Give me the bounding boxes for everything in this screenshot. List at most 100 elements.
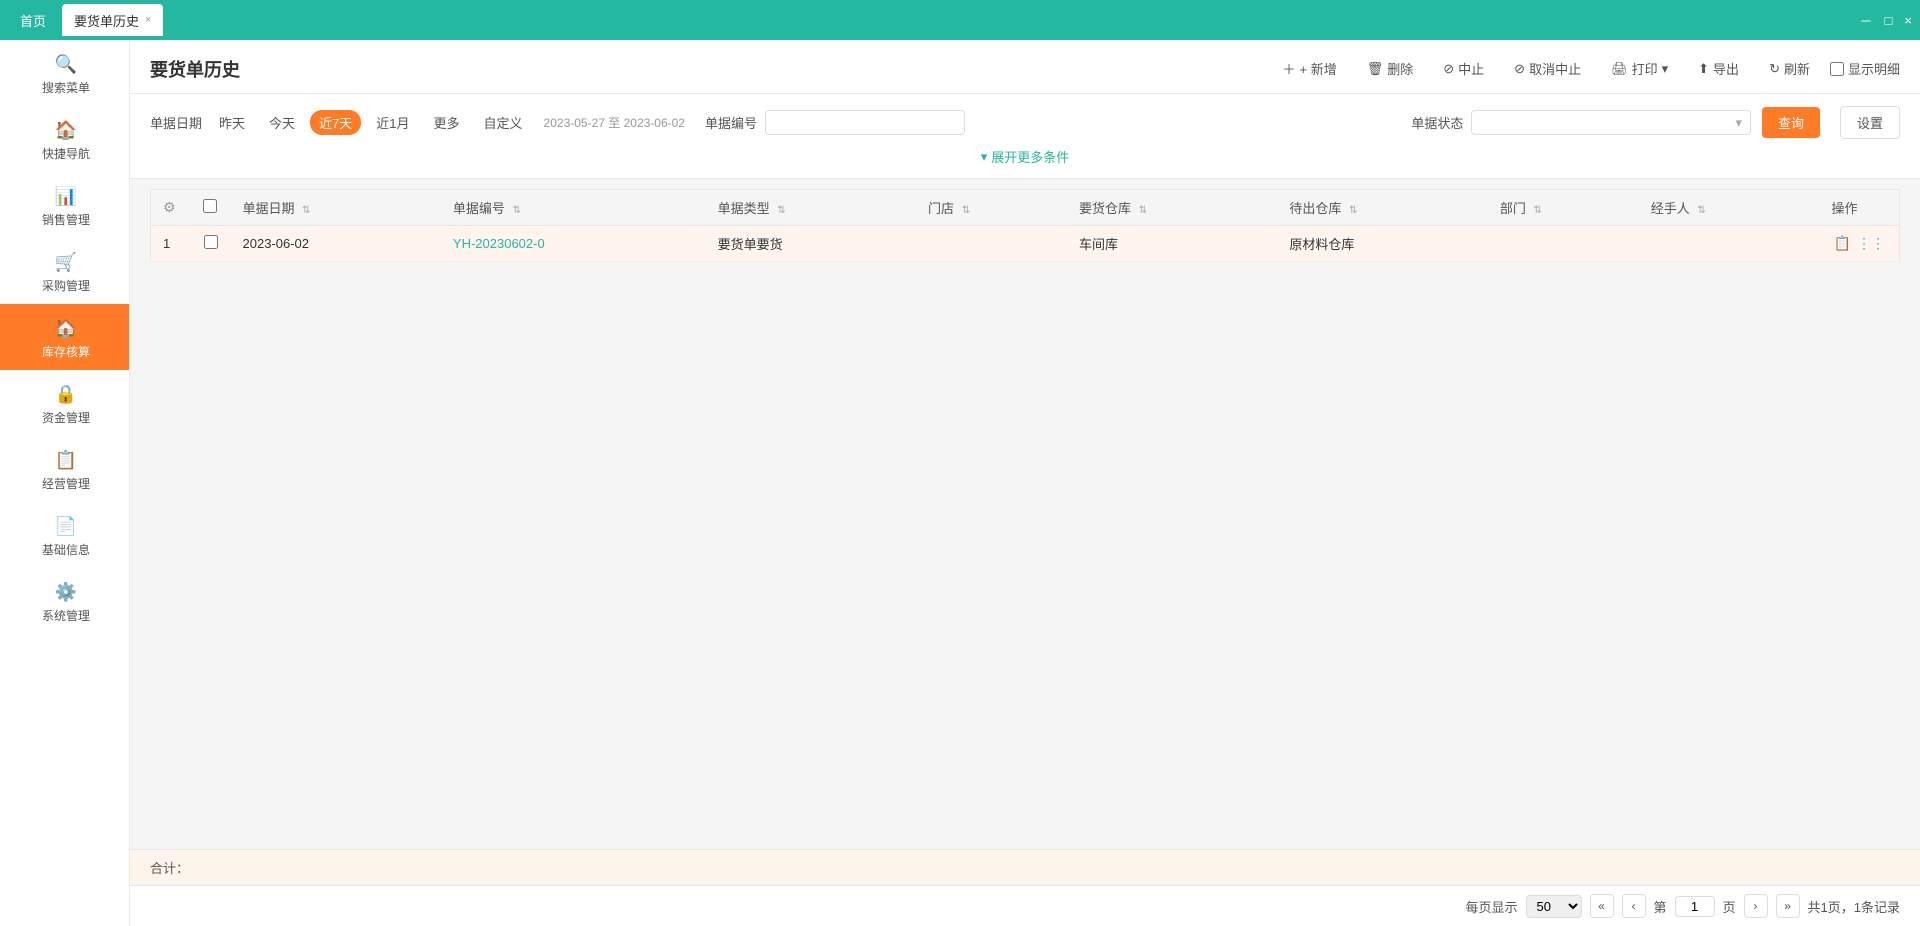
page-number-input[interactable]	[1675, 896, 1715, 917]
sidebar-item-quick-nav-label: 快捷导航	[42, 145, 90, 162]
sales-mgmt-icon: 📊	[55, 186, 77, 207]
purchase-mgmt-icon: 🛒	[55, 252, 77, 273]
sidebar-item-purchase-mgmt-label: 采购管理	[42, 277, 90, 294]
date-today-btn[interactable]: 今天	[260, 110, 304, 135]
tab-requisition-history[interactable]: 要货单历史 ×	[62, 4, 163, 36]
doc-number-filter: 单据编号	[705, 110, 965, 135]
display-detail-toggle[interactable]: 显示明细	[1830, 59, 1900, 78]
cancel-stop-icon: ⊘	[1514, 61, 1525, 77]
query-button[interactable]: 查询	[1762, 107, 1820, 138]
tab-close-icon[interactable]: ×	[145, 14, 151, 26]
col-pending-warehouse-label: 待出仓库	[1289, 201, 1341, 216]
sidebar-item-quick-nav[interactable]: 🏠 快捷导航	[0, 106, 129, 172]
col-store-sort-icon[interactable]: ⇅	[962, 205, 970, 216]
sidebar-item-finance-mgmt[interactable]: 🔒 资金管理	[0, 370, 129, 436]
new-label: + 新增	[1299, 59, 1336, 78]
window-restore[interactable]: □	[1885, 13, 1893, 28]
sidebar-item-basic-info[interactable]: 📄 基础信息	[0, 502, 129, 568]
row-checkbox[interactable]	[204, 235, 218, 249]
row-doc-number: YH-20230602-0	[441, 226, 706, 262]
date-filter: 单据日期 昨天 今天 近7天 近1月 更多 自定义 2023-05-27 至 2…	[150, 110, 685, 135]
col-pending-warehouse-sort-icon[interactable]: ⇅	[1349, 205, 1357, 216]
new-button[interactable]: ＋ + 新增	[1272, 54, 1346, 83]
prev-page-button[interactable]: ‹	[1622, 894, 1646, 918]
expand-icon: ▾	[981, 149, 988, 165]
doc-status-dropdown-icon[interactable]: ▾	[1735, 115, 1742, 131]
next-page-button[interactable]: ›	[1744, 894, 1768, 918]
tab-home[interactable]: 首页	[8, 4, 58, 36]
first-page-button[interactable]: «	[1590, 894, 1614, 918]
col-actions-label: 操作	[1832, 201, 1858, 216]
table-footer: 合计：	[130, 849, 1920, 885]
settings-button[interactable]: 设置	[1840, 106, 1900, 139]
row-handler	[1639, 226, 1820, 262]
date-custom-btn[interactable]: 自定义	[475, 110, 532, 135]
print-button[interactable]: 🖨 打印 ▾	[1601, 54, 1678, 83]
sidebar-item-inventory[interactable]: 🏠 库存核算	[0, 304, 129, 370]
cancel-stop-button[interactable]: ⊘ 取消中止	[1504, 54, 1591, 83]
sidebar-item-sales-mgmt[interactable]: 📊 销售管理	[0, 172, 129, 238]
col-doc-number-sort-icon[interactable]: ⇅	[513, 205, 521, 216]
col-handler: 经手人 ⇅	[1639, 190, 1820, 226]
col-pending-warehouse: 待出仓库 ⇅	[1277, 190, 1487, 226]
col-doc-date-sort-icon[interactable]: ⇅	[302, 205, 310, 216]
last-page-button[interactable]: »	[1776, 894, 1800, 918]
sidebar-item-purchase-mgmt[interactable]: 🛒 采购管理	[0, 238, 129, 304]
window-close[interactable]: ×	[1904, 13, 1912, 28]
filter-row-1: 单据日期 昨天 今天 近7天 近1月 更多 自定义 2023-05-27 至 2…	[150, 106, 1900, 139]
date-last7days-btn[interactable]: 近7天	[310, 110, 361, 135]
system-mgmt-icon: ⚙️	[55, 582, 77, 603]
window-minimize[interactable]: －	[1860, 11, 1873, 30]
main-layout: 🔍 搜索菜单 🏠 快捷导航 📊 销售管理 🛒 采购管理 🏠 库存核算 🔒 资金管…	[0, 40, 1920, 926]
row-more-button[interactable]: ⋮⋮	[1857, 235, 1885, 252]
col-doc-date: 单据日期 ⇅	[231, 190, 441, 226]
row-doc-number-link[interactable]: YH-20230602-0	[453, 236, 545, 251]
date-more-btn[interactable]: 更多	[425, 110, 469, 135]
col-handler-sort-icon[interactable]: ⇅	[1697, 205, 1705, 216]
col-req-warehouse-sort-icon[interactable]: ⇅	[1139, 205, 1147, 216]
print-icon: 🖨	[1611, 61, 1628, 77]
page-suffix: 页	[1723, 897, 1736, 916]
page-label: 第	[1654, 897, 1667, 916]
col-doc-number: 单据编号 ⇅	[441, 190, 706, 226]
page-size-select[interactable]: 50 10 20 100	[1526, 895, 1582, 918]
query-label: 查询	[1778, 113, 1804, 132]
header-actions: ＋ + 新增 🗑 删除 ⊘ 中止 ⊘ 取消中止 🖨 打印	[1272, 54, 1900, 93]
top-bar: 首页 要货单历史 × － □ ×	[0, 0, 1920, 40]
page-header: 要货单历史 ＋ + 新增 🗑 删除 ⊘ 中止 ⊘ 取消中止	[130, 40, 1920, 94]
display-detail-label: 显示明细	[1848, 59, 1900, 78]
export-button[interactable]: ⬆ 导出	[1688, 54, 1749, 83]
col-doc-type: 单据类型 ⇅	[706, 190, 916, 226]
stop-icon: ⊘	[1443, 61, 1454, 77]
delete-button[interactable]: 🗑 删除	[1357, 54, 1424, 83]
doc-number-input[interactable]	[765, 110, 965, 135]
table-settings-gear[interactable]: ⚙	[163, 199, 176, 215]
expand-label: 展开更多条件	[991, 147, 1069, 166]
sidebar-item-system-mgmt[interactable]: ⚙️ 系统管理	[0, 568, 129, 634]
display-detail-checkbox[interactable]	[1830, 62, 1844, 76]
doc-status-filter: 单据状态 ▾	[1411, 110, 1742, 135]
expand-conditions-btn[interactable]: ▾ 展开更多条件	[981, 147, 1070, 166]
delete-label: 删除	[1387, 59, 1413, 78]
tab-requisition-history-label: 要货单历史	[74, 11, 139, 30]
date-last1month-btn[interactable]: 近1月	[367, 110, 418, 135]
print-dropdown-icon: ▾	[1662, 61, 1669, 77]
row-checkbox-cell	[191, 226, 231, 262]
date-yesterday-btn[interactable]: 昨天	[210, 110, 254, 135]
page-title: 要货单历史	[150, 56, 240, 92]
select-all-checkbox[interactable]	[203, 199, 217, 213]
refresh-button[interactable]: ↻ 刷新	[1759, 54, 1820, 83]
col-doc-type-sort-icon[interactable]: ⇅	[777, 205, 785, 216]
doc-status-input[interactable]	[1471, 110, 1751, 135]
col-store: 门店 ⇅	[916, 190, 1067, 226]
row-doc-date: 2023-06-02	[231, 226, 441, 262]
print-label: 打印	[1632, 59, 1658, 78]
row-view-button[interactable]: 📋	[1834, 235, 1851, 252]
sidebar-item-search-menu[interactable]: 🔍 搜索菜单	[0, 40, 129, 106]
basic-info-icon: 📄	[55, 516, 77, 537]
stop-button[interactable]: ⊘ 中止	[1433, 54, 1494, 83]
sidebar-item-operations-mgmt[interactable]: 📋 经营管理	[0, 436, 129, 502]
tab-home-label: 首页	[20, 11, 46, 30]
sidebar-item-search-menu-label: 搜索菜单	[42, 79, 90, 96]
col-department-sort-icon[interactable]: ⇅	[1533, 205, 1541, 216]
